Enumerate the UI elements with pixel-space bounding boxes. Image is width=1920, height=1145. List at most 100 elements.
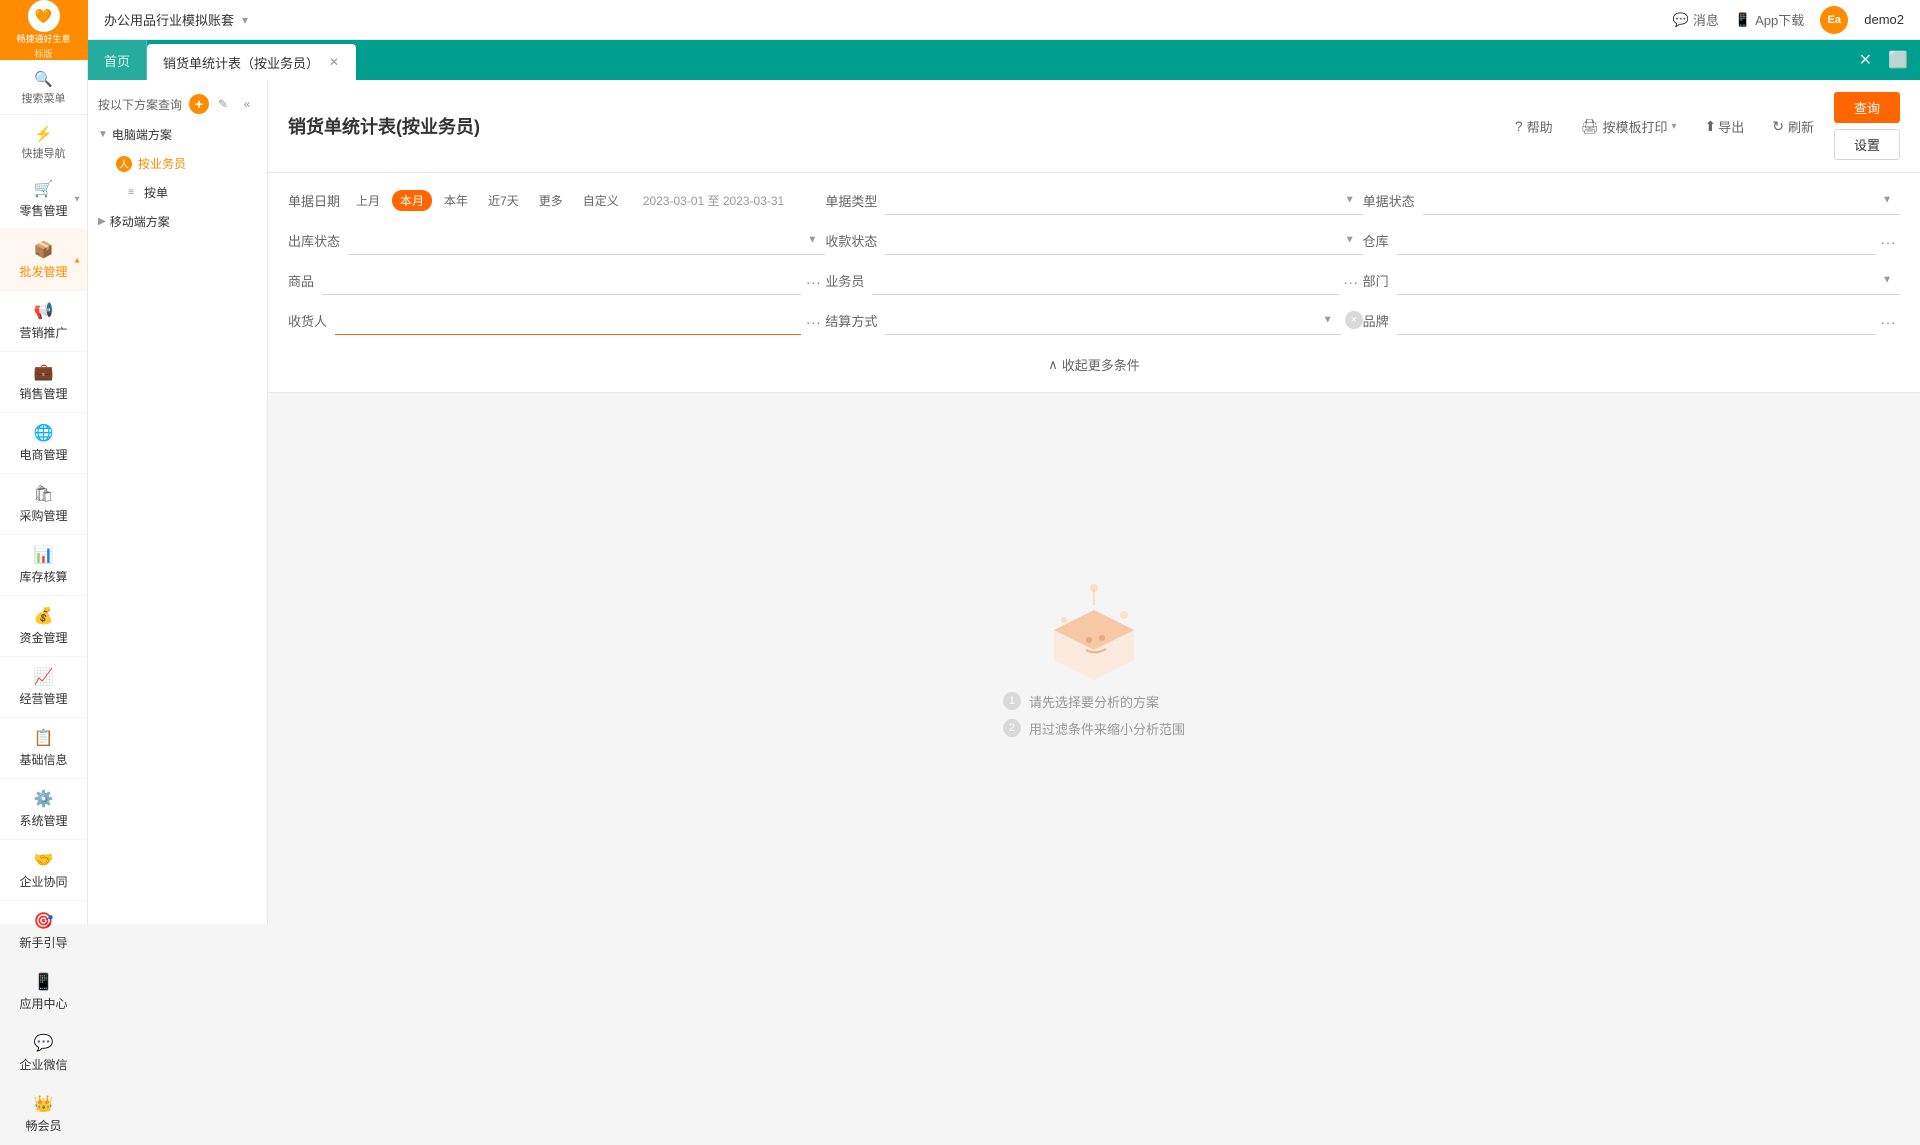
consignee-input[interactable] bbox=[335, 305, 801, 335]
logo-text: 畅捷通好生意 bbox=[16, 34, 70, 45]
dept-filter: 部门 bbox=[1363, 265, 1900, 295]
payment-filter: 结算方式 × bbox=[825, 305, 1362, 335]
message-btn[interactable]: 💬 消息 bbox=[1673, 10, 1719, 29]
salesperson-dots[interactable]: … bbox=[1339, 271, 1363, 289]
date-tab-last7[interactable]: 近7天 bbox=[480, 190, 527, 211]
scheme-add-btn[interactable]: + bbox=[189, 94, 209, 114]
sidebar-item-appcenter[interactable]: 📱 应用中心 bbox=[0, 962, 87, 1023]
sidebar-search[interactable]: 🔍 搜索菜单 bbox=[0, 60, 87, 115]
refresh-icon: ↻ bbox=[1772, 118, 1784, 135]
payment-select[interactable] bbox=[885, 305, 1340, 335]
sidebar-item-wechat[interactable]: 💬 企业微信 bbox=[0, 1023, 87, 1084]
refresh-btn[interactable]: ↻ 刷新 bbox=[1764, 113, 1822, 140]
sidebar-item-sales[interactable]: 💼 销售管理 bbox=[0, 352, 87, 413]
tab-home[interactable]: 首页 bbox=[88, 40, 147, 80]
header-title: 办公用品行业模拟账套 bbox=[104, 10, 234, 29]
user-name[interactable]: demo2 bbox=[1864, 12, 1904, 27]
salesperson-item-label: 按业务员 bbox=[138, 155, 186, 172]
collect-status-select[interactable] bbox=[885, 225, 1362, 255]
order-item-icon: ≡ bbox=[124, 186, 138, 200]
goods-label: 商品 bbox=[288, 271, 314, 290]
user-avatar[interactable]: Ea bbox=[1820, 6, 1848, 34]
scheme-group-mobile: ▶ 移动端方案 bbox=[88, 207, 267, 236]
dept-label: 部门 bbox=[1363, 271, 1389, 290]
warehouse-dots[interactable]: … bbox=[1876, 231, 1900, 249]
sidebar-item-marketing[interactable]: 📢 营销推广 bbox=[0, 291, 87, 352]
search-label: 搜索菜单 bbox=[22, 90, 66, 106]
hint-num-1: 1 bbox=[1003, 692, 1021, 710]
tab-close-icon[interactable]: ✕ bbox=[329, 55, 339, 69]
settings-button[interactable]: 设置 bbox=[1834, 129, 1900, 160]
scheme-item-order[interactable]: ≡ 按单 bbox=[88, 178, 267, 207]
sidebar-item-ecommerce[interactable]: 🌐 电商管理 bbox=[0, 413, 87, 474]
page-header: 销货单统计表(按业务员) ? 帮助 🖨 按模板打印 ▾ ⬆ 导出 bbox=[268, 80, 1920, 173]
scheme-group-desktop-title[interactable]: ▼ 电脑端方案 bbox=[88, 120, 267, 149]
logo-version: 标版 bbox=[34, 47, 52, 60]
print-btn[interactable]: 🖨 按模板打印 ▾ bbox=[1573, 113, 1685, 140]
salesperson-input[interactable] bbox=[872, 265, 1338, 295]
empty-hints: 1 请先选择要分析的方案 2 用过滤条件来缩小分析范围 bbox=[1003, 692, 1185, 738]
logo-icon: 🧡 bbox=[28, 0, 60, 32]
brand-dots[interactable]: … bbox=[1876, 311, 1900, 329]
warehouse-input[interactable] bbox=[1397, 225, 1876, 255]
query-button[interactable]: 查询 bbox=[1834, 92, 1900, 123]
warehouse-label: 仓库 bbox=[1363, 231, 1389, 250]
scheme-edit-btn[interactable]: ✎ bbox=[213, 94, 233, 114]
scheme-header-actions: + ✎ « bbox=[189, 94, 257, 114]
collapse-btn[interactable]: ∧ 收起更多条件 bbox=[1048, 349, 1140, 380]
sidebar-item-inventory[interactable]: 📊 库存核算 bbox=[0, 535, 87, 596]
app-logo[interactable]: 🧡 畅捷通好生意 标版 bbox=[0, 0, 88, 60]
goods-dots[interactable]: … bbox=[801, 271, 825, 289]
date-tab-this-month[interactable]: 本月 bbox=[392, 190, 432, 211]
scheme-group-mobile-label: 移动端方案 bbox=[110, 213, 170, 230]
dept-select[interactable] bbox=[1397, 265, 1900, 295]
sidebar-item-basic[interactable]: 📋 基础信息 bbox=[0, 718, 87, 779]
sidebar-item-member[interactable]: 👑 畅会员 bbox=[0, 1084, 87, 1145]
sidebar-item-system[interactable]: ⚙️ 系统管理 bbox=[0, 779, 87, 840]
doc-type-label: 单据类型 bbox=[825, 191, 877, 210]
collect-status-label: 收款状态 bbox=[825, 231, 877, 250]
scheme-group-mobile-title[interactable]: ▶ 移动端方案 bbox=[88, 207, 267, 236]
help-btn[interactable]: ? 帮助 bbox=[1507, 113, 1561, 140]
export-btn[interactable]: ⬆ 导出 bbox=[1696, 113, 1752, 140]
sidebar-item-retail[interactable]: 🛒 零售管理 bbox=[0, 169, 87, 230]
page-title: 销货单统计表(按业务员) bbox=[288, 113, 480, 139]
out-status-select[interactable] bbox=[348, 225, 825, 255]
scheme-edit-icon: ✎ bbox=[218, 97, 228, 111]
tab-close-all-btn[interactable]: ✕ bbox=[1855, 46, 1876, 74]
brand-input[interactable] bbox=[1397, 305, 1876, 335]
scheme-item-salesperson[interactable]: 人 按业务员 bbox=[88, 149, 267, 178]
filter-bottom: ∧ 收起更多条件 bbox=[288, 345, 1900, 380]
sidebar-shortcut[interactable]: ⚡ 快捷导航 bbox=[0, 115, 87, 169]
header-dropdown-icon[interactable]: ▾ bbox=[242, 13, 248, 27]
payment-label: 结算方式 bbox=[825, 311, 877, 330]
sidebar-item-newbie[interactable]: 🎯 新手引导 bbox=[0, 901, 87, 962]
sidebar-item-corp[interactable]: 🤝 企业协同 bbox=[0, 840, 87, 901]
sidebar-item-finance[interactable]: 💰 资金管理 bbox=[0, 596, 87, 657]
date-tab-custom[interactable]: 自定义 bbox=[575, 190, 627, 211]
consignee-dots[interactable]: … bbox=[801, 311, 825, 329]
sidebar-item-purchase[interactable]: 🛍 采购管理 bbox=[0, 474, 87, 535]
tab-sales-stat[interactable]: 销货单统计表（按业务员） ✕ bbox=[147, 44, 356, 80]
tab-restore-btn[interactable]: ⬜ bbox=[1884, 46, 1912, 74]
hint-num-2: 2 bbox=[1003, 719, 1021, 737]
date-tab-last-month[interactable]: 上月 bbox=[348, 190, 388, 211]
scheme-collapse-icon: « bbox=[244, 97, 251, 111]
date-tab-this-year[interactable]: 本年 bbox=[436, 190, 476, 211]
brand-filter: 品牌 … bbox=[1363, 305, 1900, 335]
payment-clear-btn[interactable]: × bbox=[1345, 311, 1363, 329]
home-tab-label: 首页 bbox=[104, 51, 130, 70]
doc-type-select[interactable] bbox=[885, 185, 1362, 215]
consignee-label: 收货人 bbox=[288, 311, 327, 330]
goods-input[interactable] bbox=[322, 265, 801, 295]
scheme-collapse-btn[interactable]: « bbox=[237, 94, 257, 114]
doc-status-select[interactable] bbox=[1423, 185, 1900, 215]
collect-status-filter: 收款状态 bbox=[825, 225, 1362, 255]
app-download-btn[interactable]: 📱 App下载 bbox=[1735, 10, 1804, 29]
header-right-btns: 查询 设置 bbox=[1834, 92, 1900, 160]
date-tab-more[interactable]: 更多 bbox=[531, 190, 571, 211]
scheme-panel: 按以下方案查询 + ✎ « ▼ 电脑端方案 人 bbox=[88, 80, 268, 924]
sidebar-item-operation[interactable]: 📈 经营管理 bbox=[0, 657, 87, 718]
sidebar-item-wholesale[interactable]: 📦 批发管理 bbox=[0, 230, 87, 291]
print-dropdown-icon[interactable]: ▾ bbox=[1671, 121, 1676, 132]
